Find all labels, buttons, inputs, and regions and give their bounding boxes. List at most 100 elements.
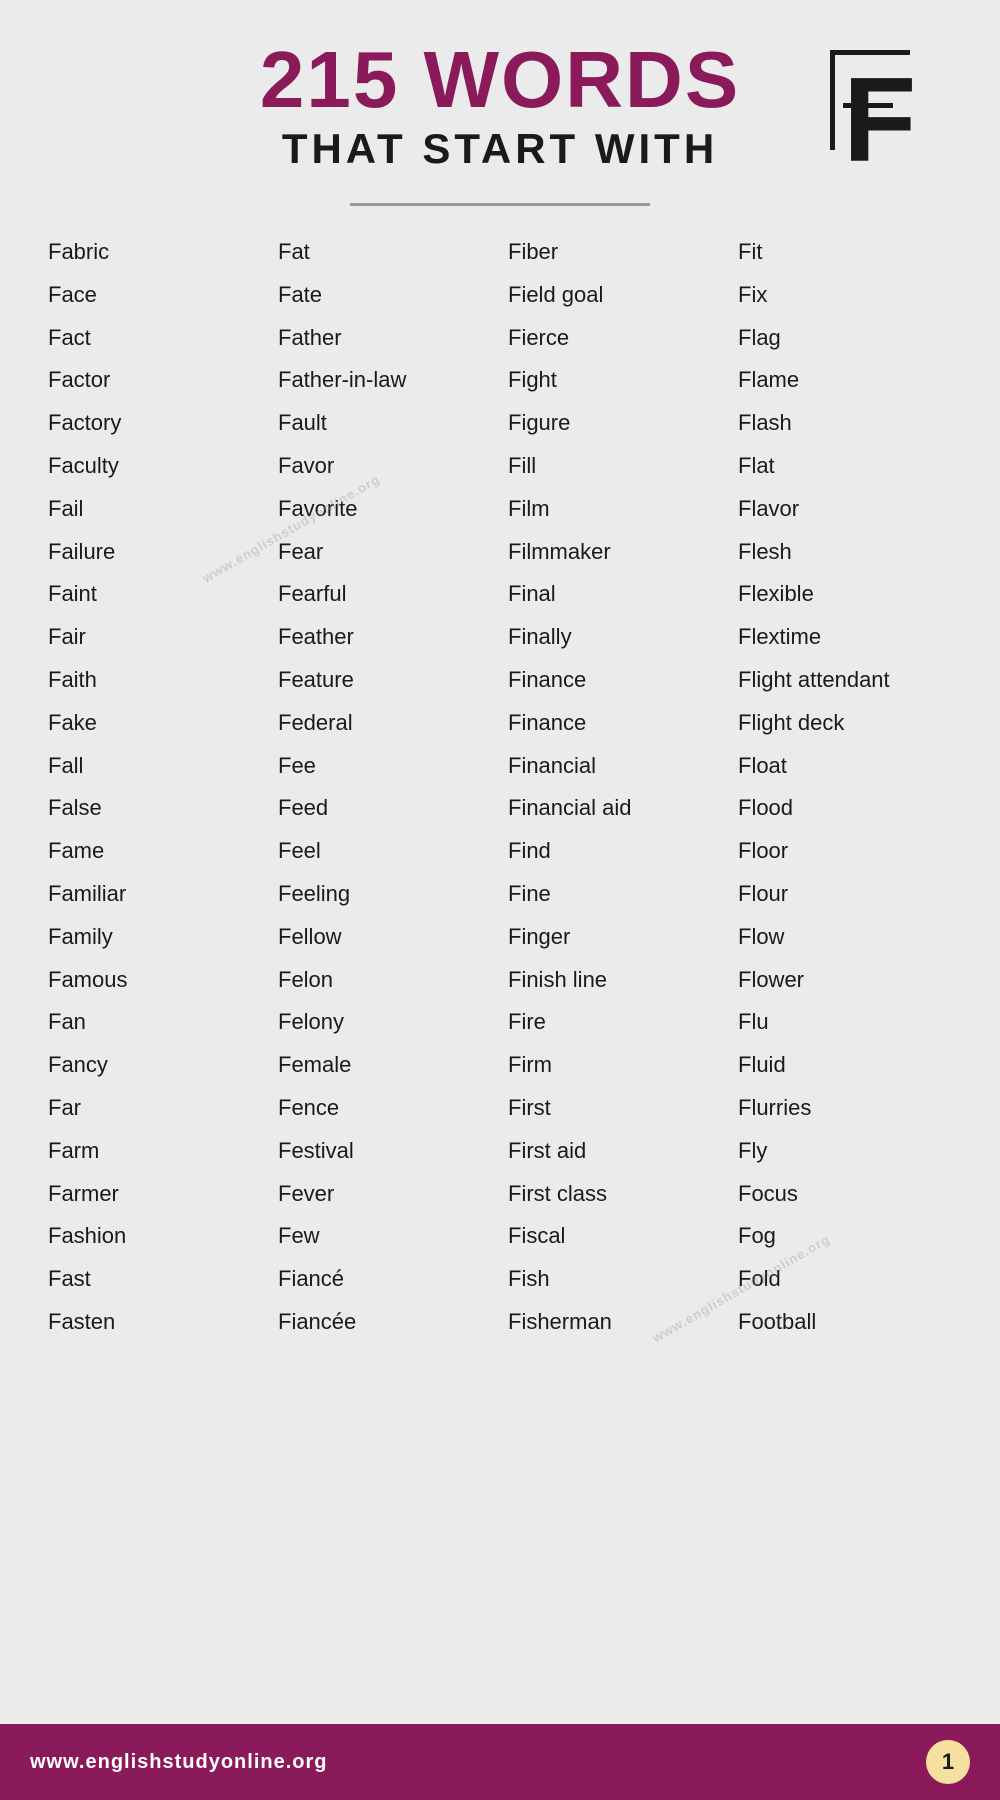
word-cell: Felony	[270, 1001, 500, 1044]
word-cell: Factory	[40, 402, 270, 445]
word-cell: Fine	[500, 873, 730, 916]
word-cell: Fast	[40, 1258, 270, 1301]
word-cell: First	[500, 1087, 730, 1130]
header: 215 WORDS THAT START WITH F	[30, 40, 970, 173]
footer-url: www.englishstudyonline.org	[30, 1751, 328, 1774]
word-cell: Filmmaker	[500, 531, 730, 574]
word-cell: Fog	[730, 1215, 960, 1258]
word-cell: Fellow	[270, 916, 500, 959]
word-cell: Fiancé	[270, 1258, 500, 1301]
word-cell: Fee	[270, 745, 500, 788]
word-cell: Faith	[40, 659, 270, 702]
word-cell: Fill	[500, 445, 730, 488]
word-cell: Father	[270, 317, 500, 360]
word-cell: Fabric	[40, 231, 270, 274]
footer-page: 1	[926, 1740, 970, 1784]
word-cell: Flurries	[730, 1087, 960, 1130]
word-cell: Finally	[500, 616, 730, 659]
word-cell: Farmer	[40, 1173, 270, 1216]
word-cell: Float	[730, 745, 960, 788]
word-cell: Flower	[730, 959, 960, 1002]
word-cell: Floor	[730, 830, 960, 873]
word-cell: Flight deck	[730, 702, 960, 745]
word-cell: Financial	[500, 745, 730, 788]
word-cell: Fat	[270, 231, 500, 274]
word-cell: First aid	[500, 1130, 730, 1173]
word-cell: Flame	[730, 359, 960, 402]
word-cell: Fiber	[500, 231, 730, 274]
word-cell: Familiar	[40, 873, 270, 916]
word-cell: Fix	[730, 274, 960, 317]
word-cell: Faculty	[40, 445, 270, 488]
word-cell: False	[40, 787, 270, 830]
word-cell: Fail	[40, 488, 270, 531]
word-cell: Fasten	[40, 1301, 270, 1344]
word-cell: Feeling	[270, 873, 500, 916]
word-cell: Finish line	[500, 959, 730, 1002]
word-cell: Fold	[730, 1258, 960, 1301]
word-cell: Flavor	[730, 488, 960, 531]
word-cell: Festival	[270, 1130, 500, 1173]
word-cell: Flour	[730, 873, 960, 916]
word-cell: Flag	[730, 317, 960, 360]
word-cell: Fight	[500, 359, 730, 402]
word-cell: Fate	[270, 274, 500, 317]
title-sub: THAT START WITH	[30, 125, 970, 173]
word-cell: Famous	[40, 959, 270, 1002]
word-cell: Factor	[40, 359, 270, 402]
word-cell: Final	[500, 573, 730, 616]
word-cell: Fashion	[40, 1215, 270, 1258]
word-cell: Fame	[40, 830, 270, 873]
word-cell: Feed	[270, 787, 500, 830]
word-cell: Flesh	[730, 531, 960, 574]
word-cell: Fiancée	[270, 1301, 500, 1344]
divider	[350, 203, 650, 206]
word-cell: Far	[40, 1087, 270, 1130]
word-cell: Family	[40, 916, 270, 959]
word-cell: Favorite	[270, 488, 500, 531]
word-cell: Fault	[270, 402, 500, 445]
word-cell: Field goal	[500, 274, 730, 317]
word-cell: Flu	[730, 1001, 960, 1044]
word-cell: Failure	[40, 531, 270, 574]
word-cell: Fearful	[270, 573, 500, 616]
word-cell: Female	[270, 1044, 500, 1087]
word-cell: Father-in-law	[270, 359, 500, 402]
word-cell: Flight attendant	[730, 659, 960, 702]
word-cell: Film	[500, 488, 730, 531]
word-cell: Fisherman	[500, 1301, 730, 1344]
word-cell: Fact	[40, 317, 270, 360]
word-cell: Fall	[40, 745, 270, 788]
word-cell: Flood	[730, 787, 960, 830]
footer: www.englishstudyonline.org 1	[0, 1724, 1000, 1800]
word-cell: Fear	[270, 531, 500, 574]
word-cell: Fluid	[730, 1044, 960, 1087]
words-grid: www.englishstudyonline.org www.englishst…	[40, 231, 960, 1344]
word-cell: Fit	[730, 231, 960, 274]
word-cell: Fence	[270, 1087, 500, 1130]
word-cell: Flextime	[730, 616, 960, 659]
word-cell: Fair	[40, 616, 270, 659]
word-cell: Flow	[730, 916, 960, 959]
word-cell: Focus	[730, 1173, 960, 1216]
word-cell: Fire	[500, 1001, 730, 1044]
word-cell: Fever	[270, 1173, 500, 1216]
word-cell: Faint	[40, 573, 270, 616]
word-cell: First class	[500, 1173, 730, 1216]
word-cell: Flash	[730, 402, 960, 445]
word-cell: Fiscal	[500, 1215, 730, 1258]
word-cell: Fan	[40, 1001, 270, 1044]
word-cell: Finger	[500, 916, 730, 959]
word-cell: Few	[270, 1215, 500, 1258]
word-cell: Fancy	[40, 1044, 270, 1087]
word-cell: Feature	[270, 659, 500, 702]
word-cell: Firm	[500, 1044, 730, 1087]
word-cell: Figure	[500, 402, 730, 445]
word-cell: Fierce	[500, 317, 730, 360]
word-cell: Fly	[730, 1130, 960, 1173]
word-cell: Farm	[40, 1130, 270, 1173]
word-cell: Federal	[270, 702, 500, 745]
title-number: 215 WORDS	[30, 40, 970, 120]
word-cell: Find	[500, 830, 730, 873]
word-cell: Face	[40, 274, 270, 317]
